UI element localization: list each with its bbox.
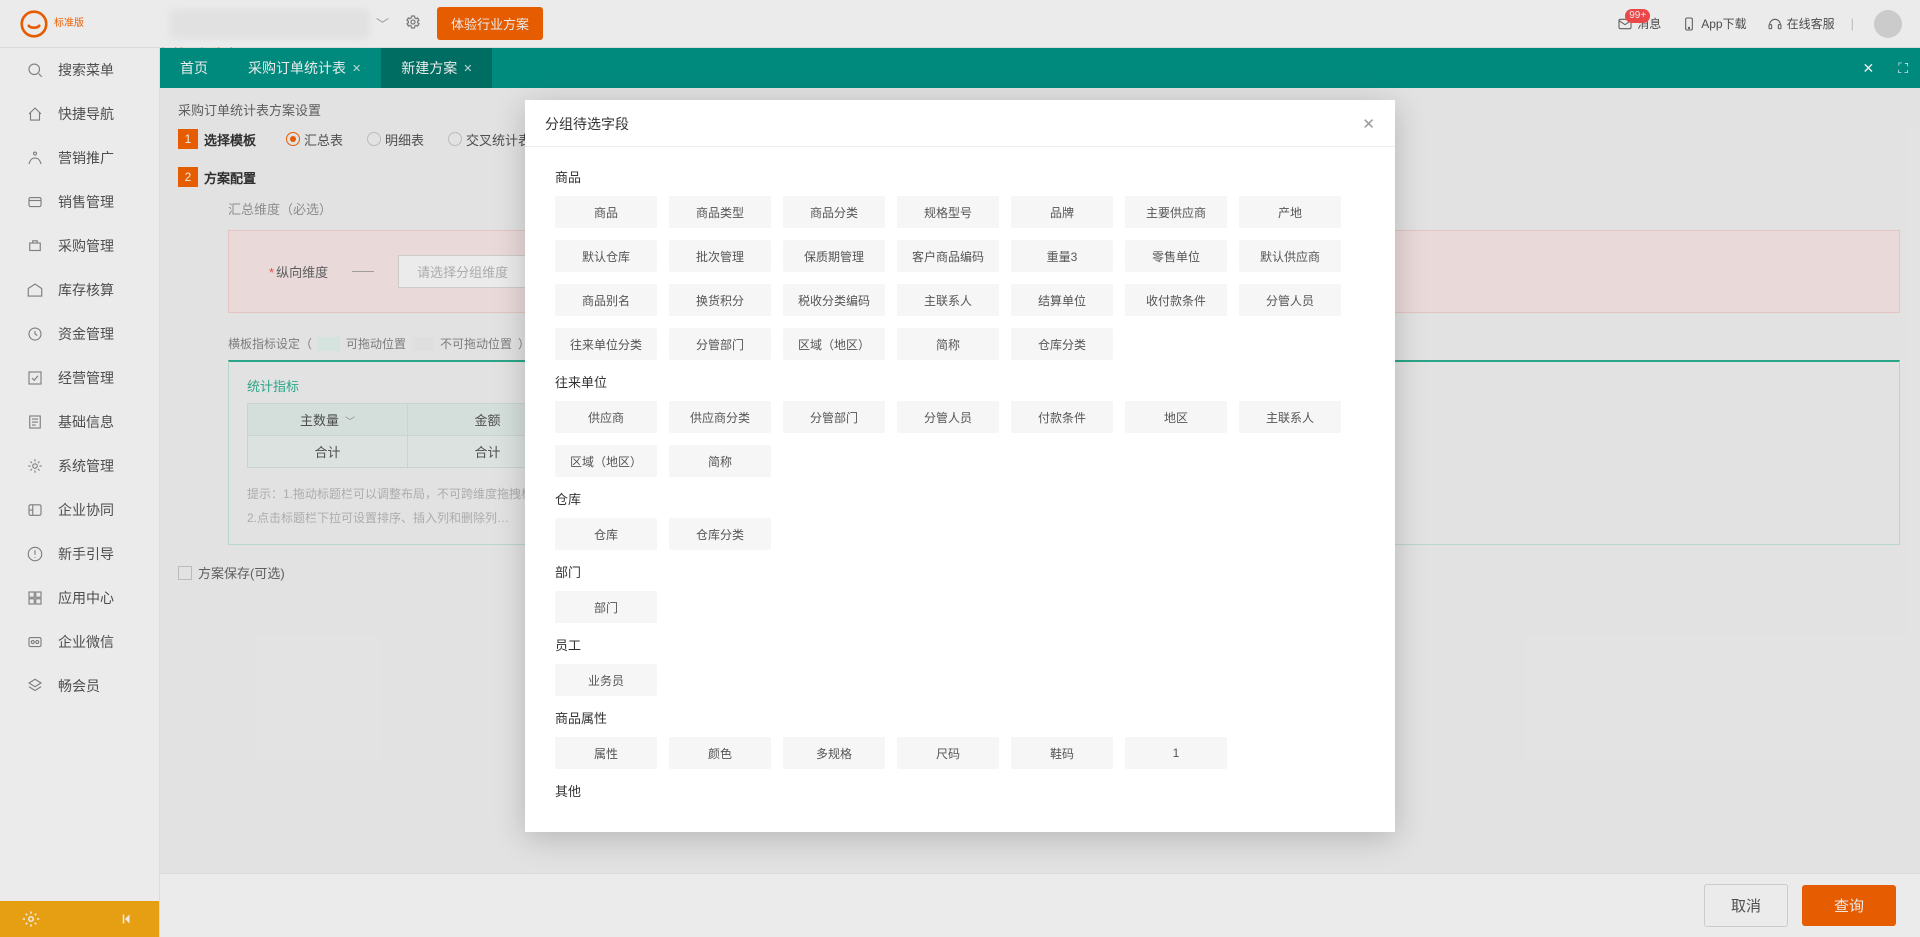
- field-group-title: 仓库: [555, 489, 1389, 508]
- field-tag[interactable]: 多规格: [783, 737, 885, 769]
- field-group-title: 商品: [555, 167, 1389, 186]
- field-group-title: 往来单位: [555, 372, 1389, 391]
- field-tag[interactable]: 分管部门: [783, 401, 885, 433]
- field-group-title: 员工: [555, 635, 1389, 654]
- modal-close-icon[interactable]: ✕: [1362, 115, 1375, 133]
- field-tag[interactable]: 重量3: [1011, 240, 1113, 272]
- field-tag[interactable]: 分管部门: [669, 328, 771, 360]
- field-tag[interactable]: 零售单位: [1125, 240, 1227, 272]
- field-tag[interactable]: 默认供应商: [1239, 240, 1341, 272]
- field-tag[interactable]: 换货积分: [669, 284, 771, 316]
- field-tag[interactable]: 主联系人: [897, 284, 999, 316]
- field-tag[interactable]: 仓库: [555, 518, 657, 550]
- field-tag[interactable]: 简称: [897, 328, 999, 360]
- field-group-title: 商品属性: [555, 708, 1389, 727]
- field-tag[interactable]: 付款条件: [1011, 401, 1113, 433]
- modal-body[interactable]: 商品商品商品类型商品分类规格型号品牌主要供应商产地默认仓库批次管理保质期管理客户…: [525, 147, 1395, 818]
- field-tag[interactable]: 收付款条件: [1125, 284, 1227, 316]
- field-tag[interactable]: 客户商品编码: [897, 240, 999, 272]
- field-tag[interactable]: 地区: [1125, 401, 1227, 433]
- field-tag[interactable]: 保质期管理: [783, 240, 885, 272]
- field-tag[interactable]: 结算单位: [1011, 284, 1113, 316]
- field-tag[interactable]: 尺码: [897, 737, 999, 769]
- field-group-title: 部门: [555, 562, 1389, 581]
- field-tag[interactable]: 仓库分类: [1011, 328, 1113, 360]
- field-tag[interactable]: 区域（地区）: [555, 445, 657, 477]
- field-tag[interactable]: 分管人员: [897, 401, 999, 433]
- field-group-title: 其他: [555, 781, 1389, 800]
- field-tag[interactable]: 颜色: [669, 737, 771, 769]
- field-tag[interactable]: 主联系人: [1239, 401, 1341, 433]
- field-tag[interactable]: 1: [1125, 737, 1227, 769]
- field-tag[interactable]: 品牌: [1011, 196, 1113, 228]
- field-tag[interactable]: 部门: [555, 591, 657, 623]
- field-picker-modal: 分组待选字段 ✕ 商品商品商品类型商品分类规格型号品牌主要供应商产地默认仓库批次…: [525, 100, 1395, 832]
- field-tag[interactable]: 简称: [669, 445, 771, 477]
- field-tag[interactable]: 属性: [555, 737, 657, 769]
- field-tag[interactable]: 鞋码: [1011, 737, 1113, 769]
- field-tag[interactable]: 主要供应商: [1125, 196, 1227, 228]
- field-tag[interactable]: 税收分类编码: [783, 284, 885, 316]
- field-tag[interactable]: 往来单位分类: [555, 328, 657, 360]
- field-tag[interactable]: 供应商: [555, 401, 657, 433]
- field-tag[interactable]: 商品类型: [669, 196, 771, 228]
- field-tag[interactable]: 供应商分类: [669, 401, 771, 433]
- field-tag[interactable]: 商品别名: [555, 284, 657, 316]
- field-tag[interactable]: 规格型号: [897, 196, 999, 228]
- modal-title: 分组待选字段: [545, 114, 629, 134]
- field-tag[interactable]: 商品分类: [783, 196, 885, 228]
- modal-horizontal-scrollbar[interactable]: [525, 818, 1395, 832]
- field-tag[interactable]: 仓库分类: [669, 518, 771, 550]
- field-tag[interactable]: 批次管理: [669, 240, 771, 272]
- field-tag[interactable]: 分管人员: [1239, 284, 1341, 316]
- field-tag[interactable]: 区域（地区）: [783, 328, 885, 360]
- field-tag[interactable]: 产地: [1239, 196, 1341, 228]
- field-tag[interactable]: 默认仓库: [555, 240, 657, 272]
- field-tag[interactable]: 商品: [555, 196, 657, 228]
- field-tag[interactable]: 业务员: [555, 664, 657, 696]
